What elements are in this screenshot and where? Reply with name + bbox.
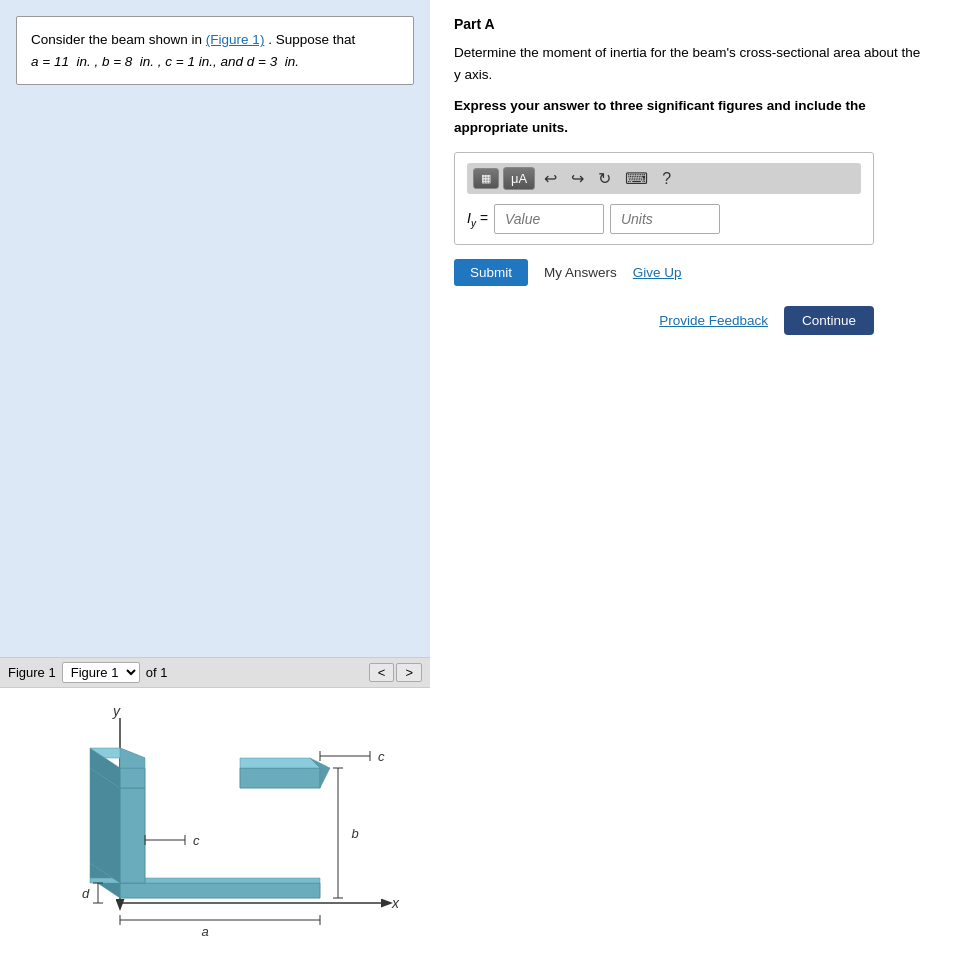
svg-rect-0 (10, 688, 420, 958)
figure-next-button[interactable]: > (396, 663, 422, 682)
figure-navigation: < > (369, 663, 422, 682)
equation-label: Iy = (467, 210, 488, 229)
value-input[interactable] (494, 204, 604, 234)
svg-marker-9 (240, 768, 320, 788)
svg-marker-7 (120, 788, 145, 883)
y-axis-label: y (112, 703, 121, 719)
right-panel: Part A Determine the moment of inertia f… (430, 0, 953, 958)
mu-label: μA (511, 171, 527, 186)
problem-text-before-link: Consider the beam shown in (31, 32, 206, 47)
bottom-row: Provide Feedback Continue (454, 306, 874, 335)
answer-toolbar: ▦ μA ↩ ↪ ↻ ⌨ ? (467, 163, 861, 194)
figure-link[interactable]: (Figure 1) (206, 32, 265, 47)
submit-button[interactable]: Submit (454, 259, 528, 286)
svg-marker-4 (120, 883, 320, 898)
figure-label: Figure 1 (8, 665, 56, 680)
figure-header: Figure 1 Figure 1 of 1 < > (0, 658, 430, 688)
figure-of: of 1 (146, 665, 168, 680)
c2-dimension-label: c (378, 749, 385, 764)
c-dimension-label: c (193, 833, 200, 848)
continue-button[interactable]: Continue (784, 306, 874, 335)
figure-svg: y x (0, 688, 430, 958)
redo-button[interactable]: ↪ (566, 167, 589, 190)
action-row: Submit My Answers Give Up (454, 259, 929, 286)
part-label: Part A (454, 16, 929, 32)
x-axis-label: x (391, 895, 400, 911)
figure-select[interactable]: Figure 1 (62, 662, 140, 683)
a-dimension-label: a (201, 924, 208, 939)
keyboard-button[interactable]: ⌨ (620, 167, 653, 190)
undo-button[interactable]: ↩ (539, 167, 562, 190)
problem-statement: Consider the beam shown in (Figure 1) . … (16, 16, 414, 85)
answer-box: ▦ μA ↩ ↪ ↻ ⌨ ? Iy = (454, 152, 874, 245)
b-dimension-label: b (351, 826, 358, 841)
figure-prev-button[interactable]: < (369, 663, 395, 682)
format-button[interactable]: ▦ (473, 168, 499, 189)
give-up-link[interactable]: Give Up (633, 265, 682, 280)
svg-marker-12 (120, 768, 145, 788)
problem-text-after-link: . Suppose that (264, 32, 355, 47)
help-button[interactable]: ? (657, 168, 676, 190)
part-description: Determine the moment of inertia for the … (454, 42, 929, 85)
express-note: Express your answer to three significant… (454, 95, 929, 138)
problem-variables: a = 11 in. , b = 8 in. , c = 1 in., and … (31, 54, 299, 69)
format-icon: ▦ (481, 172, 491, 185)
svg-marker-10 (240, 758, 320, 768)
figure-content: y x (0, 688, 430, 958)
figure-panel: Figure 1 Figure 1 of 1 < > (0, 657, 430, 958)
feedback-link[interactable]: Provide Feedback (659, 313, 768, 328)
my-answers-link[interactable]: My Answers (544, 265, 617, 280)
refresh-button[interactable]: ↻ (593, 167, 616, 190)
left-panel: Consider the beam shown in (Figure 1) . … (0, 0, 430, 958)
mu-button[interactable]: μA (503, 167, 535, 190)
input-row: Iy = (467, 204, 861, 234)
d-dimension-label: d (82, 886, 90, 901)
units-input[interactable] (610, 204, 720, 234)
